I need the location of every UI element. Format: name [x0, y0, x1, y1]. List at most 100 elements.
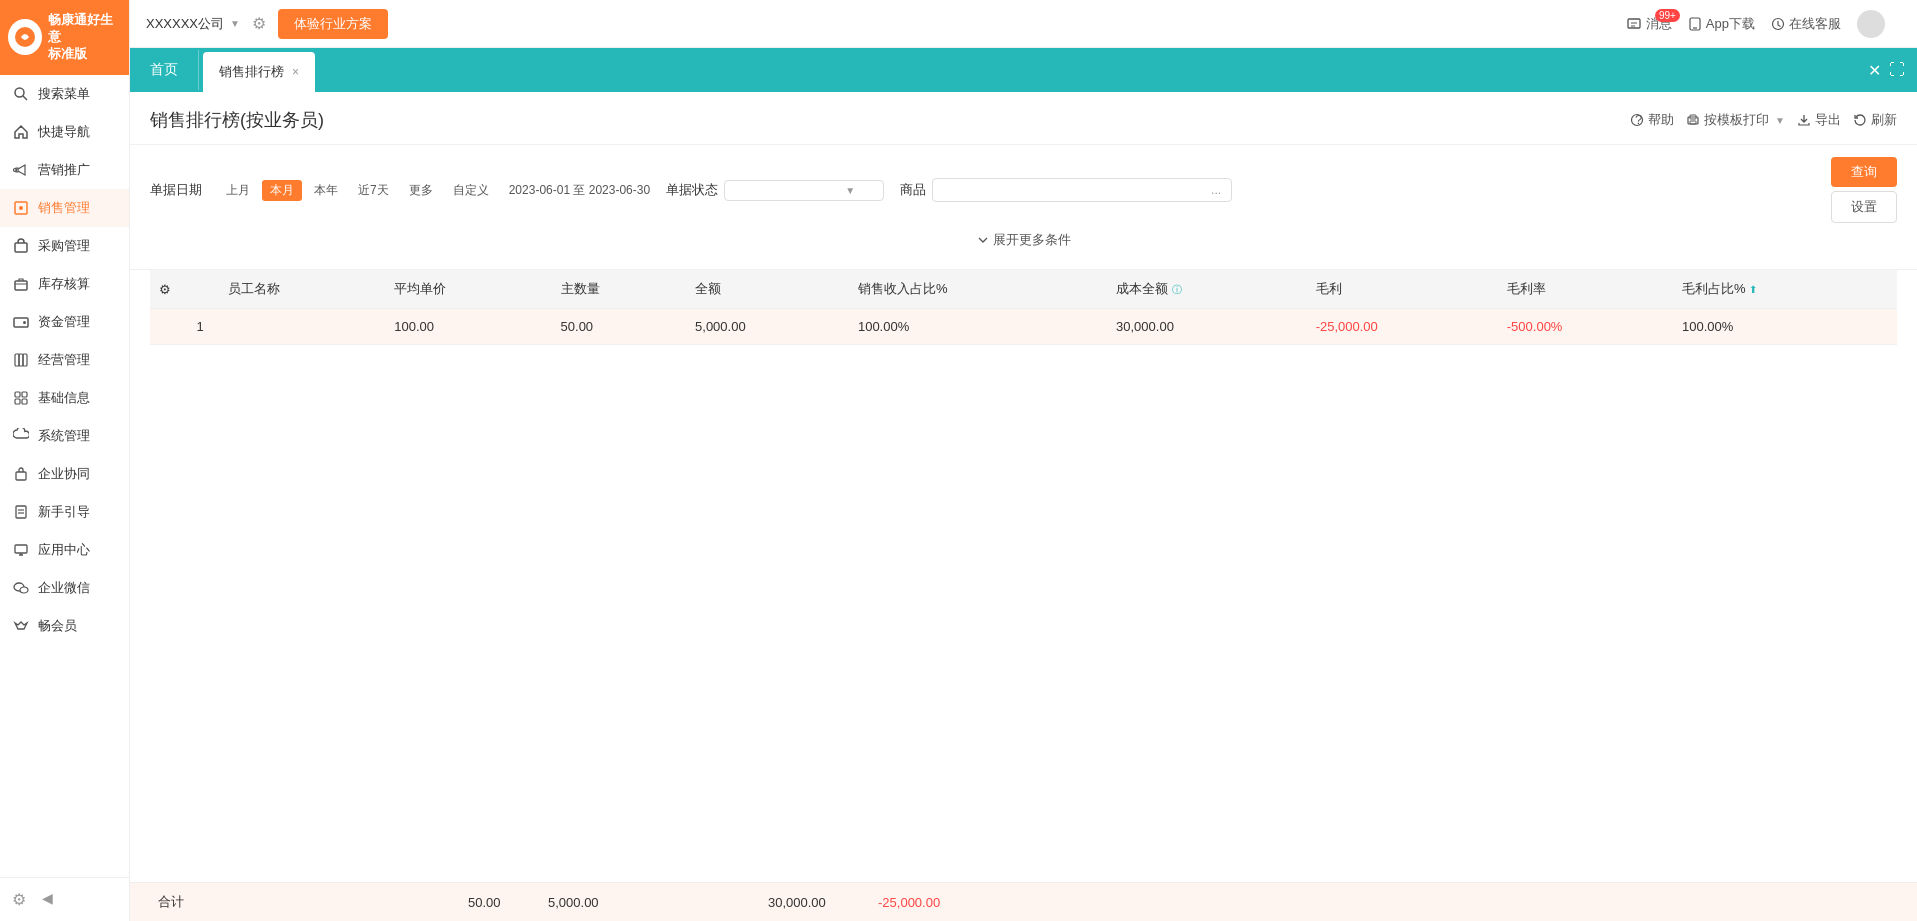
- sidebar-item-label: 新手引导: [38, 503, 90, 521]
- row-sales-pct: 100.00%: [850, 309, 1108, 345]
- expand-row: 展开更多条件: [150, 223, 1897, 257]
- data-table: ⚙ 员工名称 平均单价 主数量 全额 销售收入占比% 成本全额 ⓘ 毛利 毛利率…: [150, 270, 1897, 345]
- sidebar-item-search[interactable]: 搜索菜单: [0, 75, 129, 113]
- query-btn[interactable]: 查询: [1831, 157, 1897, 187]
- date-tab-custom[interactable]: 自定义: [445, 180, 497, 201]
- book-icon: [12, 503, 30, 521]
- cost-info-icon[interactable]: ⓘ: [1172, 284, 1182, 295]
- svg-point-3: [14, 168, 17, 171]
- tv-icon: [12, 541, 30, 559]
- enterprise-icon: [12, 465, 30, 483]
- sidebar-item-basic[interactable]: 基础信息: [0, 379, 129, 417]
- online-service-btn[interactable]: 在线客服: [1771, 15, 1841, 33]
- print-btn[interactable]: 按模板打印 ▼: [1686, 111, 1785, 129]
- status-filter-label: 单据状态: [666, 181, 718, 199]
- status-filter: 单据状态 ▼: [666, 180, 884, 201]
- trial-btn[interactable]: 体验行业方案: [278, 9, 388, 39]
- sidebar-item-label: 搜索菜单: [38, 85, 90, 103]
- svg-rect-15: [15, 399, 20, 404]
- svg-rect-7: [15, 281, 27, 290]
- tab-home[interactable]: 首页: [130, 50, 199, 90]
- sidebar-item-sales[interactable]: 销售管理: [0, 189, 129, 227]
- print-dropdown-arrow[interactable]: ▼: [1775, 115, 1785, 126]
- table-row: 1 100.00 50.00 5,000.00 100.00% 30,000.0…: [150, 309, 1897, 345]
- close-window-icon[interactable]: ✕: [1868, 61, 1881, 80]
- tab-close-icon[interactable]: ×: [292, 65, 299, 79]
- settings-gear-icon[interactable]: ⚙: [252, 14, 266, 33]
- sidebar-item-marketing[interactable]: 营销推广: [0, 151, 129, 189]
- col-profit-rate: 毛利率: [1499, 270, 1674, 309]
- row-amount: 5,000.00: [687, 309, 850, 345]
- col-cost: 成本全额 ⓘ: [1108, 270, 1308, 309]
- sidebar-item-label: 资金管理: [38, 313, 90, 331]
- sidebar-item-enterprise[interactable]: 企业协同: [0, 455, 129, 493]
- sidebar-item-label: 应用中心: [38, 541, 90, 559]
- refresh-btn[interactable]: 刷新: [1853, 111, 1897, 129]
- svg-rect-12: [23, 354, 27, 366]
- status-select[interactable]: ▼: [724, 180, 884, 201]
- footer-qty: 50.00: [468, 895, 548, 910]
- maximize-icon[interactable]: ⛶: [1889, 61, 1905, 79]
- tabbar: 首页 销售排行榜 × ✕ ⛶: [130, 48, 1917, 92]
- svg-point-25: [20, 587, 28, 593]
- company-name: XXXXXX公司: [146, 15, 224, 33]
- sidebar-item-label: 系统管理: [38, 427, 90, 445]
- topbar-right: 消息 99+ App下载 在线客服: [1626, 10, 1901, 38]
- col-sales-pct: 销售收入占比%: [850, 270, 1108, 309]
- profit-pct-icon[interactable]: ⬆: [1749, 284, 1757, 295]
- search-icon: [12, 85, 30, 103]
- company-selector[interactable]: XXXXXX公司 ▼: [146, 15, 240, 33]
- sidebar-item-finance[interactable]: 资金管理: [0, 303, 129, 341]
- svg-text:?: ?: [1635, 113, 1642, 127]
- company-dropdown-arrow: ▼: [230, 18, 240, 29]
- footer-profit: -25,000.00: [878, 895, 978, 910]
- date-tab-this-year[interactable]: 本年: [306, 180, 346, 201]
- sidebar-item-wechat[interactable]: 企业微信: [0, 569, 129, 607]
- filter-row: 单据日期 上月 本月 本年 近7天 更多 自定义 2023-06-01 至 20…: [150, 157, 1897, 223]
- date-tab-last-month[interactable]: 上月: [218, 180, 258, 201]
- vip-icon: [12, 617, 30, 635]
- sidebar-item-inventory[interactable]: 库存核算: [0, 265, 129, 303]
- sidebar-item-purchase[interactable]: 采购管理: [0, 227, 129, 265]
- date-range-text: 2023-06-01 至 2023-06-30: [509, 182, 650, 199]
- goods-input[interactable]: ...: [932, 178, 1232, 202]
- row-icon-cell: [150, 309, 180, 345]
- chart-icon: [12, 351, 30, 369]
- user-avatar[interactable]: [1857, 10, 1885, 38]
- collapse-icon[interactable]: ◀: [42, 890, 53, 909]
- tabbar-actions: ✕ ⛶: [1856, 61, 1917, 80]
- settings-icon[interactable]: ⚙: [12, 890, 26, 909]
- col-avg-price: 平均单价: [386, 270, 552, 309]
- sidebar-item-business[interactable]: 经营管理: [0, 341, 129, 379]
- svg-line-2: [23, 96, 27, 100]
- page-header-actions: ? 帮助 按模板打印 ▼ 导出 刷新: [1630, 111, 1897, 129]
- sidebar-item-appstore[interactable]: 应用中心: [0, 531, 129, 569]
- logo-text: 畅康通好生意 标准版: [48, 12, 121, 63]
- goods-more-icon[interactable]: ...: [1211, 183, 1221, 197]
- row-profit-rate: -500.00%: [1499, 309, 1674, 345]
- sidebar-item-label: 企业协同: [38, 465, 90, 483]
- app-download-btn[interactable]: App下载: [1688, 15, 1755, 33]
- message-btn[interactable]: 消息 99+: [1626, 15, 1672, 33]
- sidebar-item-member[interactable]: 畅会员: [0, 607, 129, 645]
- svg-rect-10: [15, 354, 19, 366]
- settings-btn[interactable]: 设置: [1831, 191, 1897, 223]
- sidebar-bottom: ⚙ ◀: [0, 877, 129, 921]
- export-btn[interactable]: 导出: [1797, 111, 1841, 129]
- col-settings[interactable]: ⚙: [150, 270, 180, 309]
- row-avg-price: 100.00: [386, 309, 552, 345]
- date-tab-7days[interactable]: 近7天: [350, 180, 397, 201]
- sidebar-item-quick-nav[interactable]: 快捷导航: [0, 113, 129, 151]
- wallet-icon: [12, 313, 30, 331]
- expand-btn[interactable]: 展开更多条件: [977, 231, 1071, 249]
- sidebar-item-guide[interactable]: 新手引导: [0, 493, 129, 531]
- row-name: [220, 309, 386, 345]
- help-btn[interactable]: ? 帮助: [1630, 111, 1674, 129]
- date-tab-this-month[interactable]: 本月: [262, 180, 302, 201]
- date-tab-more[interactable]: 更多: [401, 180, 441, 201]
- sidebar-item-system[interactable]: 系统管理: [0, 417, 129, 455]
- goods-filter-label: 商品: [900, 181, 926, 199]
- sidebar-item-label: 快捷导航: [38, 123, 90, 141]
- tab-sales-rank[interactable]: 销售排行榜 ×: [203, 52, 315, 92]
- row-rank: 1: [180, 309, 220, 345]
